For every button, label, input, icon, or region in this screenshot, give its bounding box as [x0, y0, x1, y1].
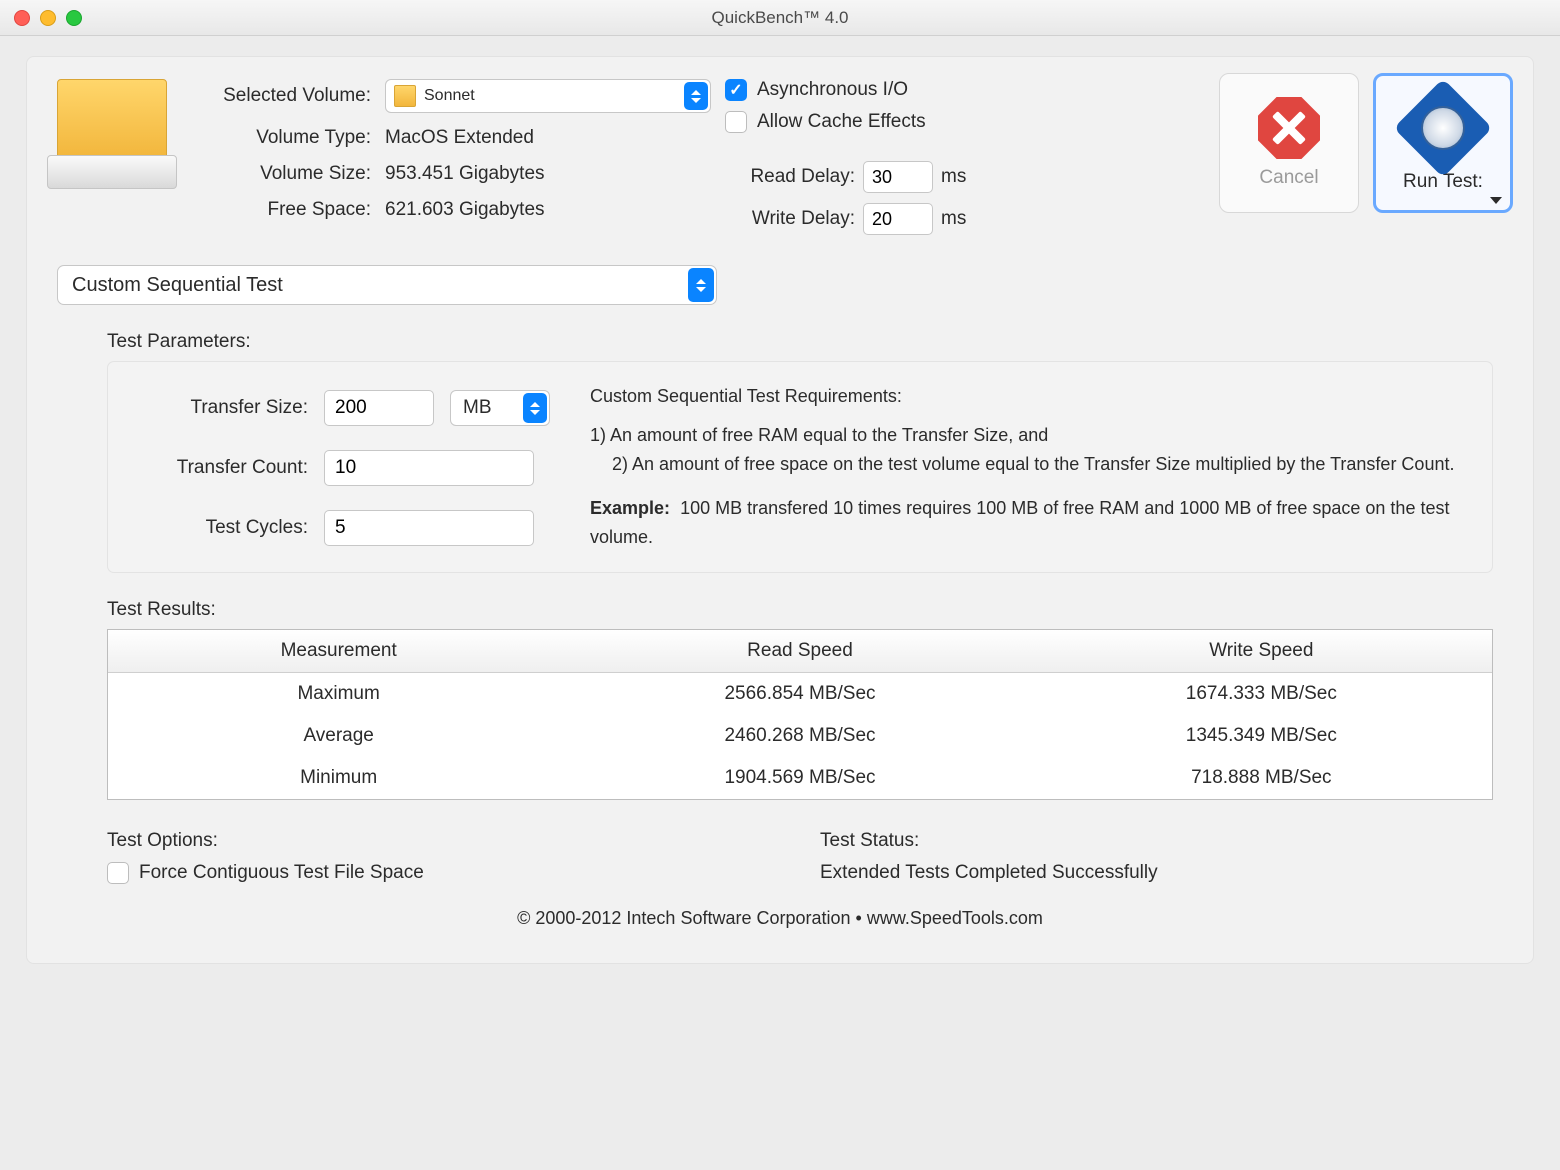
test-status-label: Test Status: [820, 830, 1493, 852]
transfer-size-label: Transfer Size: [128, 397, 308, 419]
async-io-checkbox[interactable] [725, 79, 747, 101]
dropdown-stepper-icon [688, 268, 714, 302]
stopwatch-icon [1394, 79, 1493, 178]
volume-info: Selected Volume: Sonnet Volume Type: Mac… [191, 73, 711, 221]
volume-icon [394, 85, 416, 107]
requirements-line-1: 1) An amount of free RAM equal to the Tr… [590, 421, 1472, 450]
cancel-icon [1258, 97, 1320, 159]
write-delay-label: Write Delay: [725, 208, 855, 230]
read-delay-input[interactable] [863, 161, 933, 193]
requirements-line-2: 2) An amount of free space on the test v… [590, 450, 1472, 479]
read-delay-label: Read Delay: [725, 166, 855, 188]
test-results-label: Test Results: [107, 599, 1513, 621]
title-bar: QuickBench™ 4.0 [0, 0, 1560, 36]
write-delay-unit: ms [941, 208, 966, 230]
example-text: 100 MB transfered 10 times requires 100 … [590, 498, 1449, 547]
cache-effects-checkbox-row: Allow Cache Effects [725, 111, 1075, 133]
transfer-size-input[interactable] [324, 390, 434, 426]
cancel-button-label: Cancel [1259, 167, 1318, 189]
force-contiguous-checkbox[interactable] [107, 862, 129, 884]
table-row: Average 2460.268 MB/Sec 1345.349 MB/Sec [108, 715, 1492, 757]
results-header-read: Read Speed [569, 630, 1030, 672]
volume-size-value: 953.451 Gigabytes [385, 163, 545, 185]
test-type-value: Custom Sequential Test [72, 274, 283, 297]
dropdown-stepper-icon [684, 82, 708, 110]
footer-text: © 2000-2012 Intech Software Corporation … [47, 884, 1513, 947]
write-delay-input[interactable] [863, 203, 933, 235]
volume-select-value: Sonnet [424, 87, 475, 105]
transfer-count-input[interactable] [324, 450, 534, 486]
requirements-title: Custom Sequential Test Requirements: [590, 382, 1472, 411]
requirements-text: Custom Sequential Test Requirements: 1) … [580, 382, 1472, 552]
chevron-down-icon [1490, 197, 1502, 204]
run-test-button[interactable]: Run Test: [1373, 73, 1513, 213]
test-cycles-label: Test Cycles: [128, 517, 308, 539]
volume-type-value: MacOS Extended [385, 127, 534, 149]
table-row: Maximum 2566.854 MB/Sec 1674.333 MB/Sec [108, 673, 1492, 715]
results-header-write: Write Speed [1031, 630, 1492, 672]
free-space-label: Free Space: [191, 199, 371, 221]
test-status-group: Test Status: Extended Tests Completed Su… [820, 830, 1493, 884]
cancel-button[interactable]: Cancel [1219, 73, 1359, 213]
results-header-row: Measurement Read Speed Write Speed [108, 630, 1492, 673]
cache-effects-label: Allow Cache Effects [757, 111, 926, 133]
io-options: Asynchronous I/O Allow Cache Effects Rea… [725, 73, 1075, 235]
test-parameters-group: Transfer Size: MB Transfer Count: [107, 361, 1493, 573]
async-io-checkbox-row: Asynchronous I/O [725, 79, 1075, 101]
table-row: Minimum 1904.569 MB/Sec 718.888 MB/Sec [108, 757, 1492, 799]
volume-select[interactable]: Sonnet [385, 79, 711, 113]
test-type-select[interactable]: Custom Sequential Test [57, 265, 717, 305]
read-delay-unit: ms [941, 166, 966, 188]
transfer-size-unit-select[interactable]: MB [450, 390, 550, 426]
dropdown-stepper-icon [523, 393, 547, 423]
test-status-text: Extended Tests Completed Successfully [820, 862, 1493, 884]
selected-volume-label: Selected Volume: [191, 85, 371, 107]
volume-type-label: Volume Type: [191, 127, 371, 149]
results-header-measurement: Measurement [108, 630, 569, 672]
example-label: Example: [590, 498, 670, 518]
cache-effects-checkbox[interactable] [725, 111, 747, 133]
async-io-label: Asynchronous I/O [757, 79, 908, 101]
drive-icon [47, 79, 177, 209]
free-space-value: 621.603 Gigabytes [385, 199, 545, 221]
transfer-size-unit-value: MB [463, 397, 492, 419]
test-parameters-label: Test Parameters: [107, 331, 1513, 353]
test-cycles-input[interactable] [324, 510, 534, 546]
test-options-label: Test Options: [107, 830, 780, 852]
force-contiguous-label: Force Contiguous Test File Space [139, 862, 424, 884]
results-table: Measurement Read Speed Write Speed Maxim… [107, 629, 1493, 800]
test-options-group: Test Options: Force Contiguous Test File… [107, 830, 780, 884]
volume-size-label: Volume Size: [191, 163, 371, 185]
transfer-count-label: Transfer Count: [128, 457, 308, 479]
app-window: QuickBench™ 4.0 Selected Volume: Sonnet [0, 0, 1560, 974]
window-title: QuickBench™ 4.0 [0, 8, 1560, 28]
